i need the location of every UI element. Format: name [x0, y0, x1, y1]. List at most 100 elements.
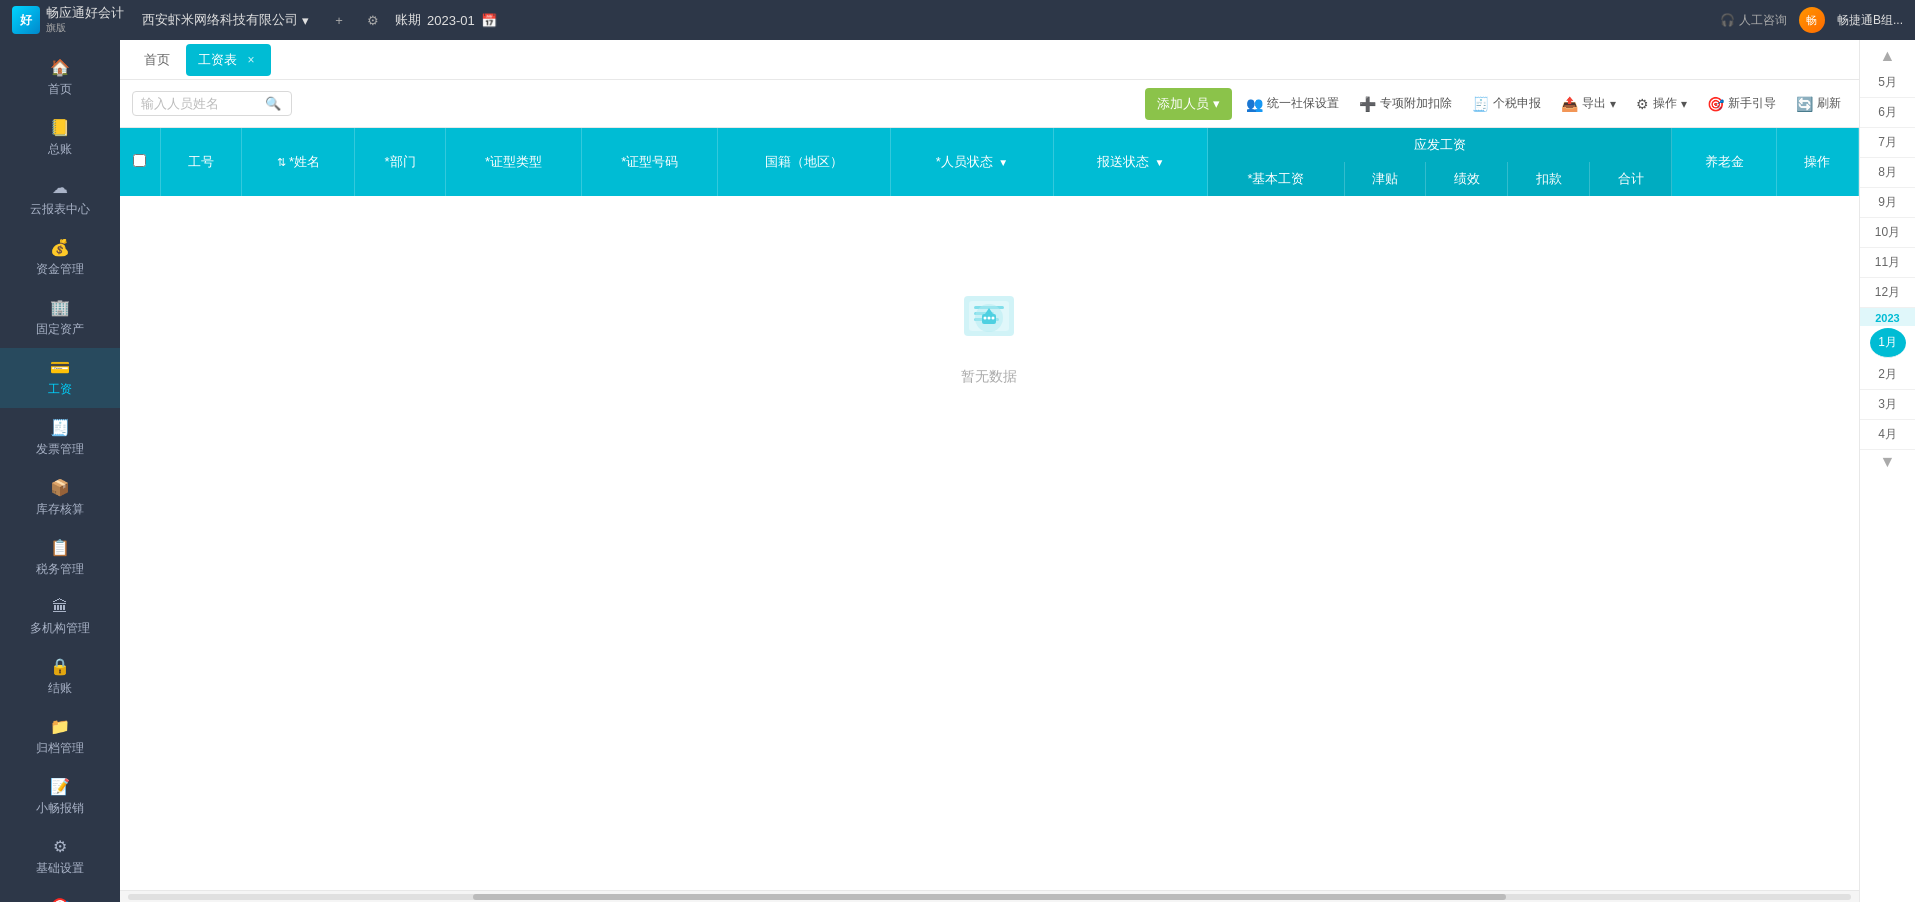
cal-month-11[interactable]: 11月 — [1860, 248, 1915, 278]
sidebar-item-salary[interactable]: 💳 工资 — [0, 348, 120, 408]
calendar-icon[interactable]: 📅 — [481, 13, 497, 28]
app-logo-icon: 好 — [12, 6, 40, 34]
sidebar-item-fixed-assets[interactable]: 🏢 固定资产 — [0, 288, 120, 348]
guide-icon: 🎯 — [50, 897, 70, 902]
svg-point-8 — [984, 317, 987, 320]
deduct-label: 专项附加扣除 — [1380, 95, 1452, 112]
sidebar-item-invoice[interactable]: 🧾 发票管理 — [0, 408, 120, 468]
sidebar-item-inventory[interactable]: 📦 库存核算 — [0, 468, 120, 528]
sidebar-item-settings[interactable]: ⚙ 基础设置 — [0, 827, 120, 887]
sidebar-item-tax[interactable]: 📋 税务管理 — [0, 528, 120, 588]
user-avatar[interactable]: 畅 — [1799, 7, 1825, 33]
th-basic-salary: *基本工资 — [1208, 162, 1344, 196]
th-checkbox[interactable] — [120, 128, 160, 196]
sidebar-item-expense[interactable]: 📝 小畅报销 — [0, 767, 120, 827]
human-service-button[interactable]: 🎧 人工咨询 — [1720, 12, 1787, 29]
tax-action-icon: 🧾 — [1472, 96, 1489, 112]
add-person-button[interactable]: 添加人员 ▾ — [1145, 88, 1232, 120]
tab-salary-table[interactable]: 工资表 × — [186, 44, 271, 76]
cal-month-1[interactable]: 1月 — [1870, 328, 1906, 358]
cal-month-6[interactable]: 6月 — [1860, 98, 1915, 128]
th-pension: 养老金 — [1672, 128, 1777, 196]
th-id-type: *证型类型 — [446, 128, 582, 196]
th-report-status: 报送状态 ▼ — [1054, 128, 1208, 196]
th-id-number: *证型号码 — [582, 128, 718, 196]
search-input[interactable] — [141, 96, 261, 111]
company-selector[interactable]: 西安虾米网络科技有限公司 ▾ — [134, 7, 317, 33]
user-name[interactable]: 畅捷通B组... — [1837, 12, 1903, 29]
tax-label: 个税申报 — [1493, 95, 1541, 112]
sidebar: 🏠 首页 📒 总账 ☁ 云报表中心 💰 资金管理 🏢 固定资产 💳 工资 🧾 发… — [0, 40, 120, 902]
scrollbar-track — [128, 894, 1851, 900]
tax-icon: 📋 — [50, 538, 70, 557]
empty-state-row: 暂无数据 — [120, 196, 1859, 466]
cal-month-10[interactable]: 10月 — [1860, 218, 1915, 248]
sidebar-label-settings: 基础设置 — [36, 860, 84, 877]
tab-bar: 首页 工资表 × — [120, 40, 1859, 80]
sidebar-item-ledger[interactable]: 📒 总账 — [0, 108, 120, 168]
sidebar-label-salary: 工资 — [48, 381, 72, 398]
export-arrow: ▾ — [1610, 97, 1616, 111]
cal-nav-up[interactable]: ▲ — [1876, 44, 1900, 68]
sidebar-label-tax: 税务管理 — [36, 561, 84, 578]
lock-icon: 🔒 — [50, 657, 70, 676]
cal-nav-down[interactable]: ▼ — [1876, 450, 1900, 474]
report-filter-icon[interactable]: ▼ — [1155, 157, 1165, 168]
sidebar-item-fund[interactable]: 💰 资金管理 — [0, 228, 120, 288]
operations-button[interactable]: ⚙ 操作 ▾ — [1630, 91, 1693, 116]
select-all-checkbox[interactable] — [133, 154, 146, 167]
inventory-icon: 📦 — [50, 478, 70, 497]
scrollbar-thumb[interactable] — [473, 894, 1507, 900]
sidebar-item-archive[interactable]: 📁 归档管理 — [0, 707, 120, 767]
expense-icon: 📝 — [50, 777, 70, 796]
cal-month-4[interactable]: 4月 — [1860, 420, 1915, 450]
cal-month-2[interactable]: 2月 — [1860, 360, 1915, 390]
sidebar-label-fund: 资金管理 — [36, 261, 84, 278]
settings-icon[interactable]: ⚙ — [361, 8, 385, 32]
export-button[interactable]: 📤 导出 ▾ — [1555, 91, 1622, 116]
settings-sidebar-icon: ⚙ — [53, 837, 67, 856]
special-deduct-button[interactable]: ➕ 专项附加扣除 — [1353, 91, 1458, 116]
op-arrow: ▾ — [1681, 97, 1687, 111]
main-layout: 🏠 首页 📒 总账 ☁ 云报表中心 💰 资金管理 🏢 固定资产 💳 工资 🧾 发… — [0, 40, 1915, 902]
tab-salary-close[interactable]: × — [243, 52, 259, 68]
social-security-button[interactable]: 👥 统一社保设置 — [1240, 91, 1345, 116]
sidebar-item-closing[interactable]: 🔒 结账 — [0, 647, 120, 707]
guide-action-icon: 🎯 — [1707, 96, 1724, 112]
add-company-button[interactable]: + — [327, 8, 351, 32]
th-deduction: 扣款 — [1508, 162, 1590, 196]
personal-tax-button[interactable]: 🧾 个税申报 — [1466, 91, 1547, 116]
sidebar-item-home[interactable]: 🏠 首页 — [0, 48, 120, 108]
status-filter-icon[interactable]: ▼ — [998, 157, 1008, 168]
refresh-button[interactable]: 🔄 刷新 — [1790, 91, 1847, 116]
sidebar-item-guide[interactable]: 🎯 新手引导 — [0, 887, 120, 902]
cal-month-5[interactable]: 5月 — [1860, 68, 1915, 98]
cal-month-3[interactable]: 3月 — [1860, 390, 1915, 420]
ledger-icon: 📒 — [50, 118, 70, 137]
sidebar-item-multi-org[interactable]: 🏛 多机构管理 — [0, 588, 120, 647]
cal-month-8[interactable]: 8月 — [1860, 158, 1915, 188]
header-left: 好 畅应通好会计 旗版 西安虾米网络科技有限公司 ▾ + ⚙ 账期 2023-0… — [12, 5, 497, 35]
archive-icon: 📁 — [50, 717, 70, 736]
export-icon: 📤 — [1561, 96, 1578, 112]
guide-button[interactable]: 🎯 新手引导 — [1701, 91, 1782, 116]
cal-year-2023: 2023 — [1860, 308, 1915, 326]
empty-state: 暂无数据 — [120, 196, 1859, 466]
service-label: 人工咨询 — [1739, 12, 1787, 29]
sort-icon: ⇅ — [277, 156, 286, 168]
sidebar-item-cloud-report[interactable]: ☁ 云报表中心 — [0, 168, 120, 228]
search-icon: 🔍 — [265, 96, 281, 111]
sidebar-label-expense: 小畅报销 — [36, 800, 84, 817]
tab-home[interactable]: 首页 — [132, 44, 182, 76]
cal-month-12[interactable]: 12月 — [1860, 278, 1915, 308]
sidebar-label-cloud-report: 云报表中心 — [30, 201, 90, 218]
th-allowance: 津贴 — [1344, 162, 1426, 196]
cal-month-9[interactable]: 9月 — [1860, 188, 1915, 218]
op-icon: ⚙ — [1636, 96, 1649, 112]
header-right: 🎧 人工咨询 畅 畅捷通B组... — [1720, 7, 1903, 33]
social-icon: 👥 — [1246, 96, 1263, 112]
search-wrap: 🔍 — [132, 91, 292, 116]
cal-month-7[interactable]: 7月 — [1860, 128, 1915, 158]
calendar-panel: ▲ 5月 6月 7月 8月 9月 10月 11月 12月 2023 1月 2月 … — [1859, 40, 1915, 902]
guide-label: 新手引导 — [1728, 95, 1776, 112]
